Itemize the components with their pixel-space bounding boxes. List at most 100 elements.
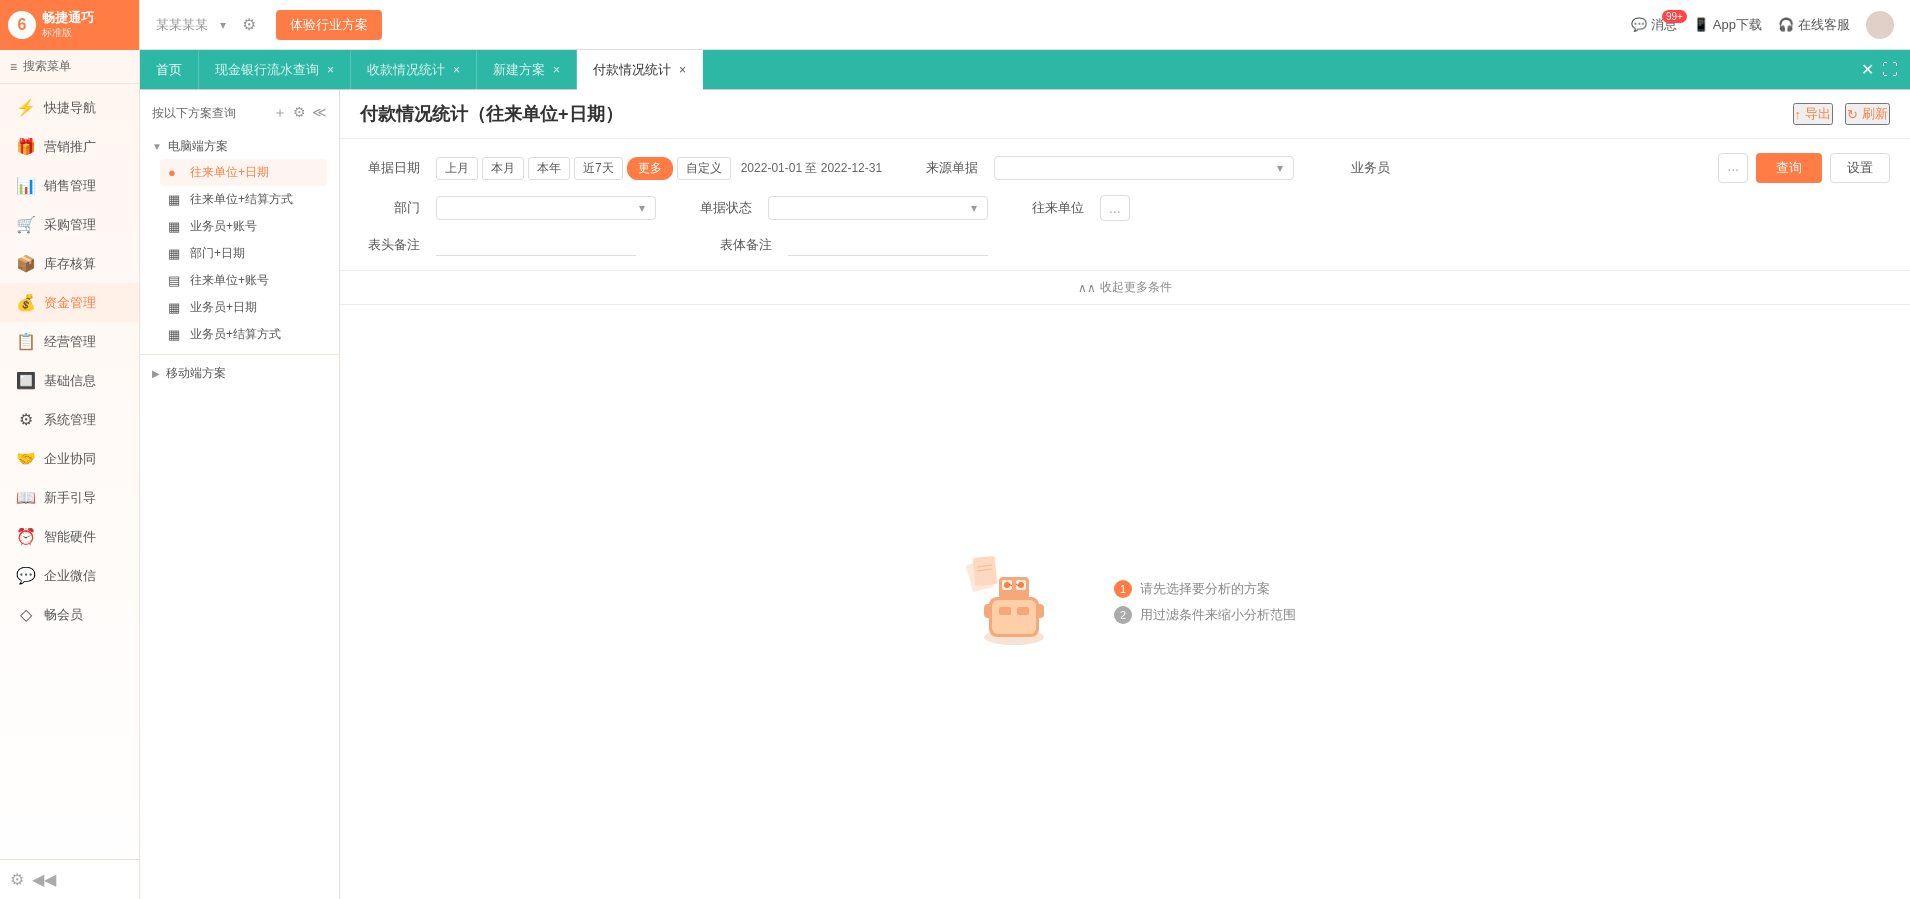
tree-item-unit-settle[interactable]: ▦ 往来单位+结算方式 [160, 186, 327, 213]
online-service[interactable]: 🎧 在线客服 [1778, 16, 1850, 34]
date-filter-label: 单据日期 [360, 159, 420, 177]
tree-item-staff-date[interactable]: ▦ 业务员+日期 [160, 294, 327, 321]
tree-item-unit-date[interactable]: ● 往来单位+日期 [160, 159, 327, 186]
refresh-icon: ↻ [1847, 107, 1858, 122]
sidebar-item-nav-label: 快捷导航 [44, 99, 96, 117]
date-btn-7days[interactable]: 近7天 [574, 157, 623, 180]
sidebar-item-hardware[interactable]: ⏰ 智能硬件 [0, 517, 139, 556]
settings-gear-icon[interactable]: ⚙ [10, 870, 24, 889]
tab-receipt-close[interactable]: × [453, 63, 460, 77]
sidebar-logo: 6 畅捷通巧 标准版 [0, 0, 139, 50]
company-dropdown-icon[interactable]: ▾ [220, 18, 226, 32]
app-download[interactable]: 📱 App下载 [1693, 16, 1762, 34]
sidebar-item-operations[interactable]: 📋 经营管理 [0, 322, 139, 361]
status-select[interactable]: ▾ [768, 196, 988, 220]
tab-new-close[interactable]: × [553, 63, 560, 77]
sidebar-item-nav[interactable]: ⚡ 快捷导航 [0, 88, 139, 127]
user-avatar[interactable] [1866, 11, 1894, 39]
tab-bank[interactable]: 现金银行流水查询 × [199, 50, 351, 90]
trial-button[interactable]: 体验行业方案 [276, 10, 382, 40]
sidebar-item-enterprise[interactable]: 🤝 企业协同 [0, 439, 139, 478]
tab-maximize-icon[interactable]: ⛶ [1882, 61, 1898, 79]
source-select[interactable]: ▾ [994, 156, 1294, 180]
date-btn-last-month[interactable]: 上月 [436, 157, 478, 180]
body-note-input[interactable] [788, 233, 988, 256]
filter-query-actions: ... 查询 设置 [1718, 153, 1890, 183]
collapse-panel-btn[interactable]: ≪ [312, 104, 327, 122]
sidebar-item-funds[interactable]: 💰 资金管理 [0, 283, 139, 322]
tab-receipt[interactable]: 收款情况统计 × [351, 50, 477, 90]
date-btn-this-month[interactable]: 本月 [482, 157, 524, 180]
svg-rect-6 [1036, 604, 1044, 618]
collapse-conditions-button[interactable]: ∧∧ 收起更多条件 [1078, 279, 1172, 296]
date-btn-this-year[interactable]: 本年 [528, 157, 570, 180]
wechat-icon: 💬 [16, 566, 36, 585]
source-filter-label: 来源单据 [918, 159, 978, 177]
hint-num-2: 2 [1114, 606, 1132, 624]
service-label: 在线客服 [1798, 16, 1850, 34]
refresh-button[interactable]: ↻ 刷新 [1845, 103, 1890, 125]
sidebar-item-system[interactable]: ⚙ 系统管理 [0, 400, 139, 439]
dept-select[interactable]: ▾ [436, 196, 656, 220]
collapse-icon: ∧∧ [1078, 281, 1096, 295]
dept-dropdown-icon: ▾ [639, 201, 645, 215]
scheme-settings-btn[interactable]: ⚙ [293, 104, 306, 122]
panel-header: 按以下方案查询 ＋ ⚙ ≪ [140, 98, 339, 128]
header-note-input[interactable] [436, 233, 636, 256]
unit-filter-label: 往来单位 [1024, 199, 1084, 217]
tree-item-unit-account-icon: ▤ [168, 273, 184, 288]
tree-item-unit-account[interactable]: ▤ 往来单位+账号 [160, 267, 327, 294]
sidebar-item-basics[interactable]: 🔲 基础信息 [0, 361, 139, 400]
tree-item-dept-date[interactable]: ▦ 部门+日期 [160, 240, 327, 267]
tree-item-staff-settle[interactable]: ▦ 业务员+结算方式 [160, 321, 327, 348]
tree-item-unit-settle-label: 往来单位+结算方式 [190, 191, 293, 208]
date-range-display: 2022-01-01 至 2022-12-31 [741, 160, 882, 177]
search-menu-item[interactable]: ≡ 搜索菜单 [0, 50, 139, 84]
filter-row-3: 表头备注 表体备注 [360, 233, 1890, 256]
add-scheme-btn[interactable]: ＋ [273, 104, 287, 122]
sidebar-footer: ⚙ ◀◀ [0, 859, 139, 899]
export-label: 导出 [1805, 105, 1831, 123]
setting-button[interactable]: 设置 [1830, 153, 1890, 183]
tab-new[interactable]: 新建方案 × [477, 50, 577, 90]
content-area: 按以下方案查询 ＋ ⚙ ≪ ▼ 电脑端方案 ● 往来单位+日期 [140, 90, 1910, 899]
staff-filter-more[interactable]: ... [1718, 153, 1748, 183]
left-panel: 按以下方案查询 ＋ ⚙ ≪ ▼ 电脑端方案 ● 往来单位+日期 [140, 90, 340, 899]
desktop-arrow-icon: ▼ [152, 141, 162, 152]
tab-home[interactable]: 首页 [140, 50, 199, 90]
company-name: 某某某某 [156, 16, 208, 34]
topbar: 某某某某 ▾ ⚙ 体验行业方案 💬 消息 99+ 📱 App下载 🎧 在线客服 [140, 0, 1910, 50]
desktop-section-toggle[interactable]: ▼ 电脑端方案 [152, 134, 327, 159]
tab-payment-close[interactable]: × [679, 63, 686, 77]
topbar-gear-icon[interactable]: ⚙ [242, 15, 256, 34]
tab-payment[interactable]: 付款情况统计 × [577, 50, 703, 90]
tab-bank-label: 现金银行流水查询 [215, 61, 319, 79]
export-button[interactable]: ↑ 导出 [1793, 103, 1834, 125]
unit-filter-more[interactable]: ... [1100, 195, 1130, 221]
tab-bank-close[interactable]: × [327, 63, 334, 77]
sidebar-item-member[interactable]: ◇ 畅会员 [0, 595, 139, 634]
tree-item-staff-date-icon: ▦ [168, 300, 184, 315]
sidebar-item-guide[interactable]: 📖 新手引导 [0, 478, 139, 517]
mobile-section-toggle[interactable]: ▶ 移动端方案 [152, 361, 327, 386]
tab-payment-label: 付款情况统计 [593, 61, 671, 79]
date-btn-custom[interactable]: 自定义 [677, 157, 731, 180]
collapse-sidebar-icon[interactable]: ◀◀ [32, 870, 56, 889]
sidebar-item-wechat[interactable]: 💬 企业微信 [0, 556, 139, 595]
sidebar-item-purchase[interactable]: 🛒 采购管理 [0, 205, 139, 244]
app-name-block: 畅捷通巧 标准版 [42, 10, 94, 40]
query-button[interactable]: 查询 [1756, 153, 1822, 183]
tab-close-all-icon[interactable]: ✕ [1861, 60, 1874, 79]
notification-badge[interactable]: 💬 消息 99+ [1631, 16, 1677, 34]
staff-filter-label: 业务员 [1330, 159, 1390, 177]
tree-item-unit-account-label: 往来单位+账号 [190, 272, 269, 289]
collapse-bar: ∧∧ 收起更多条件 [340, 271, 1910, 305]
sidebar-item-marketing[interactable]: 🎁 营销推广 [0, 127, 139, 166]
body-note-label: 表体备注 [712, 236, 772, 254]
topbar-right: 💬 消息 99+ 📱 App下载 🎧 在线客服 [1631, 11, 1894, 39]
tree-item-staff-account[interactable]: ▦ 业务员+账号 [160, 213, 327, 240]
header-note-label: 表头备注 [360, 236, 420, 254]
sidebar-item-sales[interactable]: 📊 销售管理 [0, 166, 139, 205]
sidebar-item-inventory[interactable]: 📦 库存核算 [0, 244, 139, 283]
date-btn-more[interactable]: 更多 [627, 157, 673, 180]
